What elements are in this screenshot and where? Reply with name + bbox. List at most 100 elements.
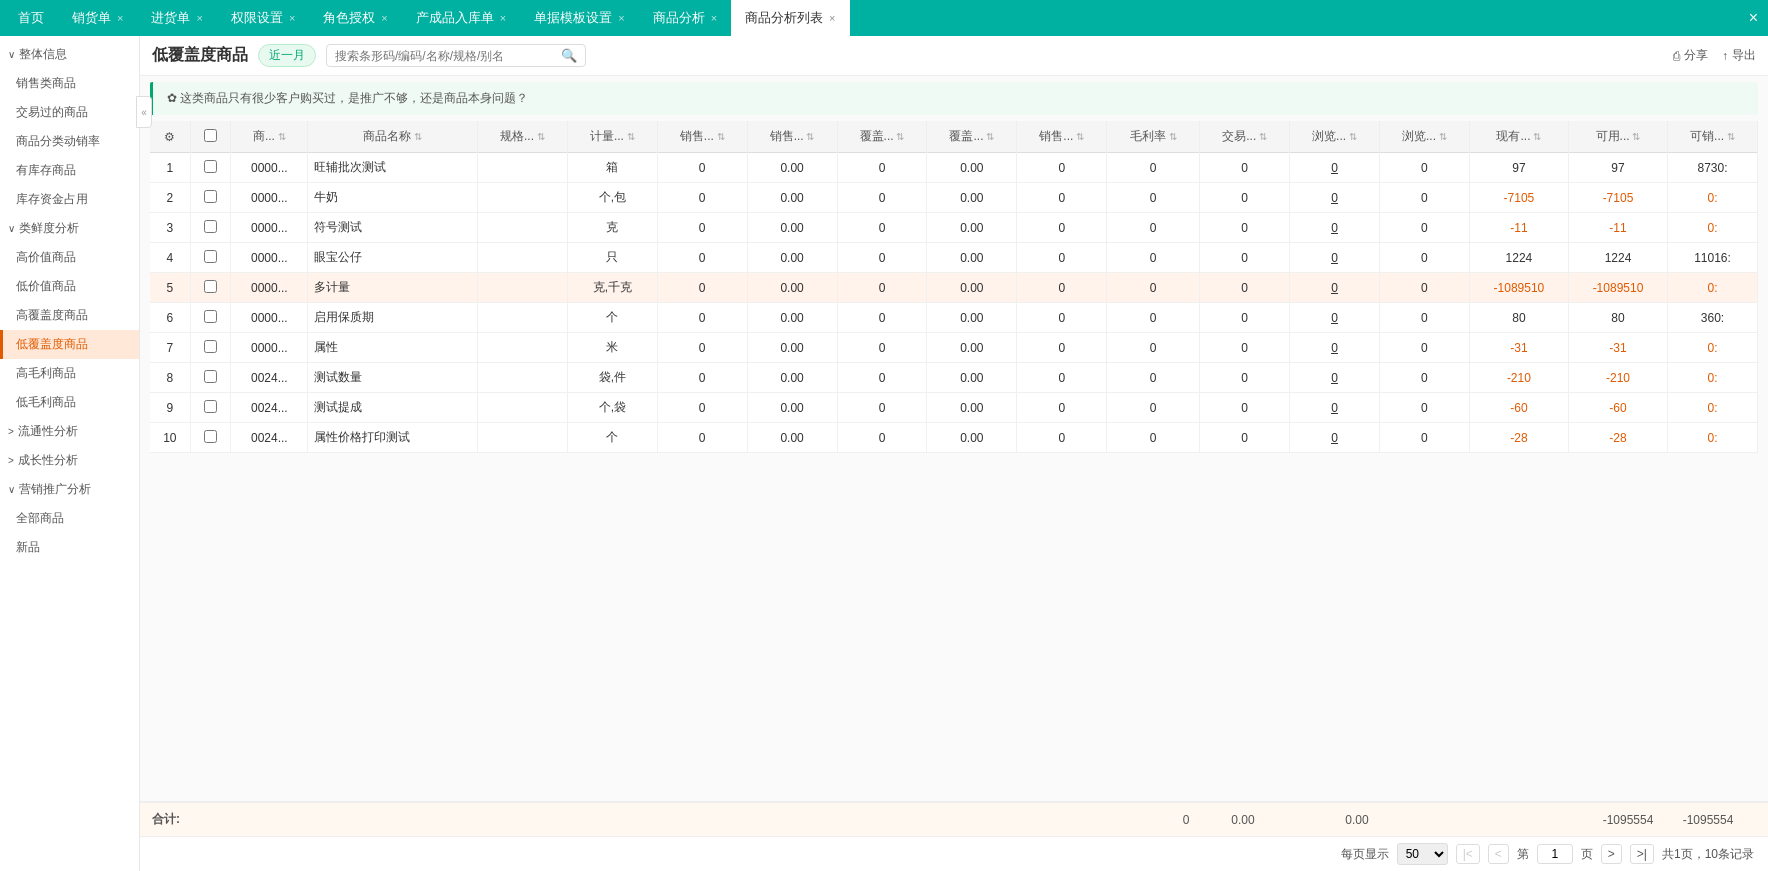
row-checkbox[interactable] xyxy=(204,340,217,353)
col-header-browse1[interactable]: 浏览... xyxy=(1290,121,1380,153)
sidebar-item-新品[interactable]: 新品 xyxy=(0,533,139,562)
col-header-browse2[interactable]: 浏览... xyxy=(1379,121,1469,153)
browse-link[interactable]: 0 xyxy=(1331,281,1338,295)
section-arrow-icon: > xyxy=(8,426,14,437)
cell-sellable: 0: xyxy=(1668,363,1758,393)
nav-tab-单据模板设置[interactable]: 单据模板设置× xyxy=(520,0,638,36)
row-checkbox[interactable] xyxy=(204,220,217,233)
browse-link[interactable]: 0 xyxy=(1331,401,1338,415)
cell-num: 9 xyxy=(150,393,190,423)
sidebar-item-低价值商品[interactable]: 低价值商品 xyxy=(0,272,139,301)
select-all-checkbox[interactable] xyxy=(204,129,217,142)
sidebar-item-交易过的商品[interactable]: 交易过的商品 xyxy=(0,98,139,127)
sidebar-item-商品分类动销率[interactable]: 商品分类动销率 xyxy=(0,127,139,156)
row-checkbox[interactable] xyxy=(204,280,217,293)
col-header-avail[interactable]: 可用... xyxy=(1568,121,1667,153)
col-header-grossRate[interactable]: 毛利率 xyxy=(1107,121,1200,153)
nav-tab-商品分析列表[interactable]: 商品分析列表× xyxy=(731,0,849,36)
sidebar-item-低毛利商品[interactable]: 低毛利商品 xyxy=(0,388,139,417)
sidebar-section-营销推广分析[interactable]: ∨营销推广分析 xyxy=(0,475,139,504)
nav-tab-销货单[interactable]: 销货单× xyxy=(58,0,137,36)
tab-close-icon[interactable]: × xyxy=(500,12,506,24)
nav-tab-权限设置[interactable]: 权限设置× xyxy=(217,0,309,36)
col-header-spec[interactable]: 规格... xyxy=(477,121,567,153)
sidebar-item-销售类商品[interactable]: 销售类商品 xyxy=(0,69,139,98)
sidebar-collapse-btn[interactable]: « xyxy=(136,96,152,128)
last-page-btn[interactable]: >| xyxy=(1630,844,1654,864)
cell-browse1: 0 xyxy=(1290,183,1380,213)
browse-link[interactable]: 0 xyxy=(1331,221,1338,235)
browse-link[interactable]: 0 xyxy=(1331,311,1338,325)
cell-browse2: 0 xyxy=(1379,183,1469,213)
sidebar-item-有库存商品[interactable]: 有库存商品 xyxy=(0,156,139,185)
browse-link[interactable]: 0 xyxy=(1331,191,1338,205)
nav-tab-商品分析[interactable]: 商品分析× xyxy=(639,0,731,36)
per-page-select[interactable]: 50 100 xyxy=(1397,843,1448,865)
tab-close-icon[interactable]: × xyxy=(289,12,295,24)
cell-code: 0000... xyxy=(231,273,308,303)
close-all-btn[interactable]: × xyxy=(1749,9,1758,27)
row-checkbox[interactable] xyxy=(204,160,217,173)
cell-browse1: 0 xyxy=(1290,243,1380,273)
col-header-sales2[interactable]: 销售... xyxy=(747,121,837,153)
row-checkbox[interactable] xyxy=(204,370,217,383)
cell-browse2: 0 xyxy=(1379,303,1469,333)
browse-link[interactable]: 0 xyxy=(1331,371,1338,385)
col-header-trans[interactable]: 交易... xyxy=(1200,121,1290,153)
col-header-cover1[interactable]: 覆盖... xyxy=(837,121,927,153)
nav-tab-首页[interactable]: 首页 xyxy=(4,0,58,36)
tab-close-icon[interactable]: × xyxy=(381,12,387,24)
prev-page-btn[interactable]: < xyxy=(1488,844,1509,864)
share-btn[interactable]: ⎙ 分享 xyxy=(1673,47,1708,64)
sidebar-section-整体信息[interactable]: ∨整体信息 xyxy=(0,40,139,69)
sidebar-section-类鲜度分析[interactable]: ∨类鲜度分析 xyxy=(0,214,139,243)
browse-link[interactable]: 0 xyxy=(1331,251,1338,265)
cell-checkbox xyxy=(190,363,230,393)
cell-unit: 米 xyxy=(567,333,657,363)
tab-close-icon[interactable]: × xyxy=(829,12,835,24)
page-input[interactable] xyxy=(1537,844,1573,864)
time-filter-btn[interactable]: 近一月 xyxy=(258,44,316,67)
sidebar-section-成长性分析[interactable]: >成长性分析 xyxy=(0,446,139,475)
browse-link[interactable]: 0 xyxy=(1331,431,1338,445)
export-btn[interactable]: ↑ 导出 xyxy=(1722,47,1756,64)
table-row: 20000...牛奶个,包00.0000.0000000-7105-71050: xyxy=(150,183,1758,213)
first-page-btn[interactable]: |< xyxy=(1456,844,1480,864)
sidebar-item-高覆盖度商品[interactable]: 高覆盖度商品 xyxy=(0,301,139,330)
cell-browse1: 0 xyxy=(1290,303,1380,333)
col-header-name[interactable]: 商品名称 xyxy=(308,121,478,153)
col-header-sales3[interactable]: 销售... xyxy=(1017,121,1107,153)
col-header-curr[interactable]: 现有... xyxy=(1469,121,1568,153)
nav-tab-产成品入库单[interactable]: 产成品入库单× xyxy=(402,0,520,36)
col-header-sellable[interactable]: 可销... xyxy=(1668,121,1758,153)
nav-tab-进货单[interactable]: 进货单× xyxy=(137,0,216,36)
row-checkbox[interactable] xyxy=(204,190,217,203)
sidebar-item-高价值商品[interactable]: 高价值商品 xyxy=(0,243,139,272)
tab-close-icon[interactable]: × xyxy=(196,12,202,24)
sidebar-item-低覆盖度商品[interactable]: 低覆盖度商品 xyxy=(0,330,139,359)
row-checkbox[interactable] xyxy=(204,250,217,263)
search-input[interactable] xyxy=(335,49,561,63)
sidebar-section-流通性分析[interactable]: >流通性分析 xyxy=(0,417,139,446)
page-prefix: 第 xyxy=(1517,846,1529,863)
sidebar-item-高毛利商品[interactable]: 高毛利商品 xyxy=(0,359,139,388)
tab-close-icon[interactable]: × xyxy=(117,12,123,24)
next-page-btn[interactable]: > xyxy=(1601,844,1622,864)
cell-spec xyxy=(477,423,567,453)
browse-link[interactable]: 0 xyxy=(1331,161,1338,175)
cell-spec xyxy=(477,303,567,333)
nav-tab-角色授权[interactable]: 角色授权× xyxy=(309,0,401,36)
row-checkbox[interactable] xyxy=(204,430,217,443)
tab-close-icon[interactable]: × xyxy=(711,12,717,24)
browse-link[interactable]: 0 xyxy=(1331,341,1338,355)
sidebar-item-库存资金占用[interactable]: 库存资金占用 xyxy=(0,185,139,214)
col-header-code[interactable]: 商... xyxy=(231,121,308,153)
row-checkbox[interactable] xyxy=(204,400,217,413)
tab-close-icon[interactable]: × xyxy=(618,12,624,24)
col-header-unit[interactable]: 计量... xyxy=(567,121,657,153)
sidebar-item-全部商品[interactable]: 全部商品 xyxy=(0,504,139,533)
page-suffix: 页 xyxy=(1581,846,1593,863)
col-header-cover2[interactable]: 覆盖... xyxy=(927,121,1017,153)
row-checkbox[interactable] xyxy=(204,310,217,323)
col-header-sales1[interactable]: 销售... xyxy=(657,121,747,153)
